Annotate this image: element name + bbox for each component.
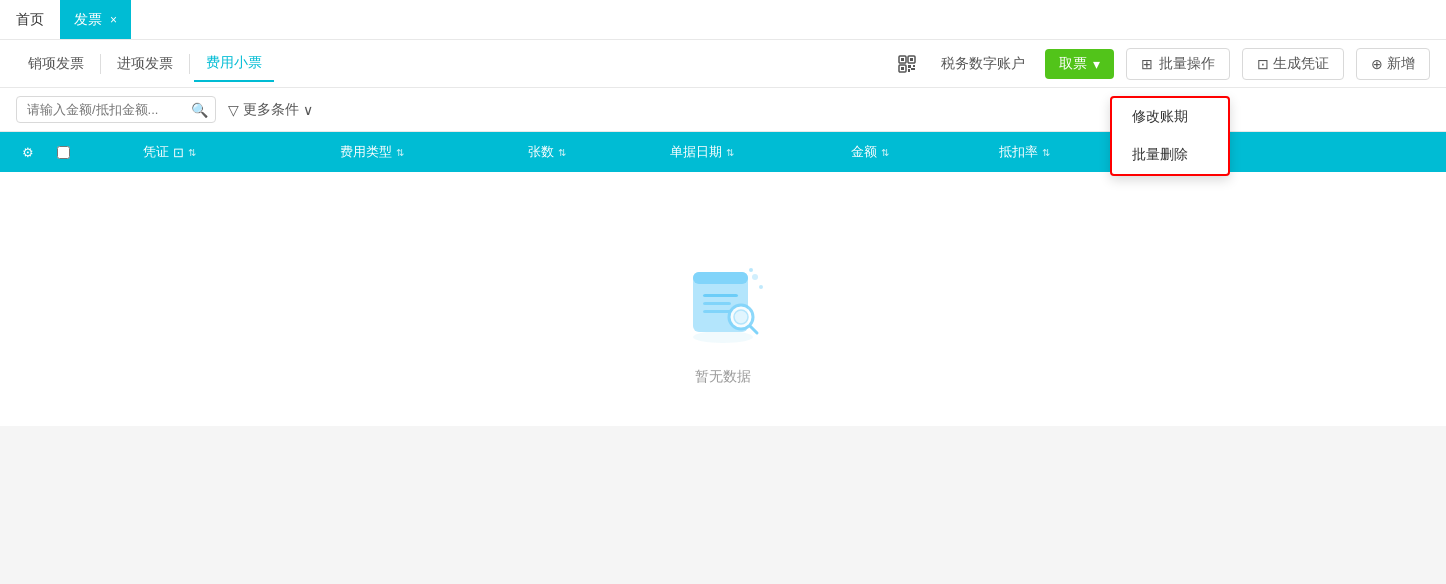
batch-op-label: 批量操作 (1159, 55, 1215, 73)
th-settings[interactable]: ⚙ (8, 145, 48, 160)
svg-rect-6 (908, 65, 911, 68)
svg-rect-12 (693, 272, 748, 284)
count-sort-icon: ⇅ (558, 147, 566, 158)
th-count-label: 张数 (528, 143, 554, 161)
tab-sales-invoice[interactable]: 销项发票 (16, 46, 96, 82)
deduct-rate-sort-icon: ⇅ (1042, 147, 1050, 158)
svg-point-19 (752, 274, 758, 280)
add-icon: ⊕ (1371, 56, 1383, 72)
th-voucher[interactable]: 凭证 ⊡ ⇅ (78, 143, 260, 161)
add-label: 新增 (1387, 55, 1415, 73)
svg-line-18 (750, 326, 757, 333)
search-input[interactable] (16, 96, 216, 123)
gen-voucher-button[interactable]: ⊡ 生成凭证 (1242, 48, 1344, 80)
th-checkbox[interactable] (48, 146, 78, 159)
more-conditions-label: 更多条件 (243, 101, 299, 119)
th-amount-label: 金额 (851, 143, 877, 161)
svg-rect-14 (703, 302, 731, 305)
toolbar-right: 税务数字账户 取票 ▾ ⊞ 批量操作 修改账期 批量删除 ⊡ 生成凭证 ⊕ (893, 48, 1430, 80)
batch-op-icon: ⊞ (1141, 56, 1153, 72)
batch-op-dropdown: 修改账期 批量删除 (1110, 96, 1230, 176)
empty-state-text: 暂无数据 (695, 368, 751, 386)
voucher-sort-icon: ⇅ (188, 147, 196, 158)
dropdown-batch-delete[interactable]: 批量删除 (1112, 136, 1228, 174)
th-amount[interactable]: 金额 ⇅ (793, 143, 947, 161)
th-date[interactable]: 单据日期 ⇅ (610, 143, 792, 161)
search-icon[interactable]: 🔍 (191, 102, 208, 118)
get-ticket-button[interactable]: 取票 ▾ (1045, 49, 1114, 79)
batch-op-wrap: ⊞ 批量操作 修改账期 批量删除 (1126, 48, 1230, 80)
th-deduct-rate-label: 抵扣率 (999, 143, 1038, 161)
tab-divider-2 (189, 54, 190, 74)
th-deduct-rate[interactable]: 抵扣率 ⇅ (947, 143, 1101, 161)
tab-divider-1 (100, 54, 101, 74)
svg-rect-9 (911, 68, 915, 70)
batch-op-button[interactable]: ⊞ 批量操作 (1126, 48, 1230, 80)
svg-rect-3 (910, 58, 913, 61)
home-tab[interactable]: 首页 (0, 0, 60, 39)
tax-digital-button[interactable]: 税务数字账户 (933, 51, 1033, 77)
add-button[interactable]: ⊕ 新增 (1356, 48, 1430, 80)
get-ticket-arrow-icon: ▾ (1093, 56, 1100, 72)
svg-point-17 (734, 310, 748, 324)
gen-voucher-label: 生成凭证 (1273, 55, 1329, 73)
empty-state: 暂无数据 (0, 172, 1446, 426)
th-date-label: 单据日期 (670, 143, 722, 161)
search-input-wrap: 🔍 (16, 96, 216, 123)
svg-rect-8 (908, 69, 910, 72)
gen-voucher-icon: ⊡ (1257, 56, 1269, 72)
svg-rect-5 (901, 67, 904, 70)
svg-point-20 (759, 285, 763, 289)
more-conditions-button[interactable]: ▽ 更多条件 ∨ (228, 101, 313, 119)
svg-rect-7 (913, 65, 915, 67)
qr-icon (897, 54, 917, 74)
svg-point-21 (749, 268, 753, 272)
select-all-checkbox[interactable] (57, 146, 70, 159)
close-icon[interactable]: × (110, 13, 117, 27)
empty-state-icon (673, 252, 773, 352)
invoice-tab-label: 发票 (74, 11, 102, 29)
th-count[interactable]: 张数 ⇅ (484, 143, 611, 161)
filter-icon: ▽ (228, 102, 239, 118)
tab-input-invoice[interactable]: 进项发票 (105, 46, 185, 82)
th-expense-type-label: 费用类型 (340, 143, 392, 161)
th-voucher-label: 凭证 (143, 143, 169, 161)
svg-rect-1 (901, 58, 904, 61)
more-conditions-arrow-icon: ∨ (303, 102, 313, 118)
toolbar: 销项发票 进项发票 费用小票 税务数字账户 取票 ▾ (0, 40, 1446, 88)
date-sort-icon: ⇅ (726, 147, 734, 158)
get-ticket-label: 取票 (1059, 55, 1087, 73)
invoice-tab[interactable]: 发票 × (60, 0, 131, 39)
amount-sort-icon: ⇅ (881, 147, 889, 158)
th-voucher-icon: ⊡ (173, 145, 184, 160)
top-nav: 首页 发票 × (0, 0, 1446, 40)
dropdown-modify-period[interactable]: 修改账期 (1112, 98, 1228, 136)
th-expense-type[interactable]: 费用类型 ⇅ (260, 143, 484, 161)
svg-point-10 (693, 331, 753, 343)
qr-code-button[interactable] (893, 50, 921, 78)
svg-rect-13 (703, 294, 738, 297)
tab-expense-ticket[interactable]: 费用小票 (194, 46, 274, 82)
settings-icon: ⚙ (22, 145, 34, 160)
expense-type-sort-icon: ⇅ (396, 147, 404, 158)
